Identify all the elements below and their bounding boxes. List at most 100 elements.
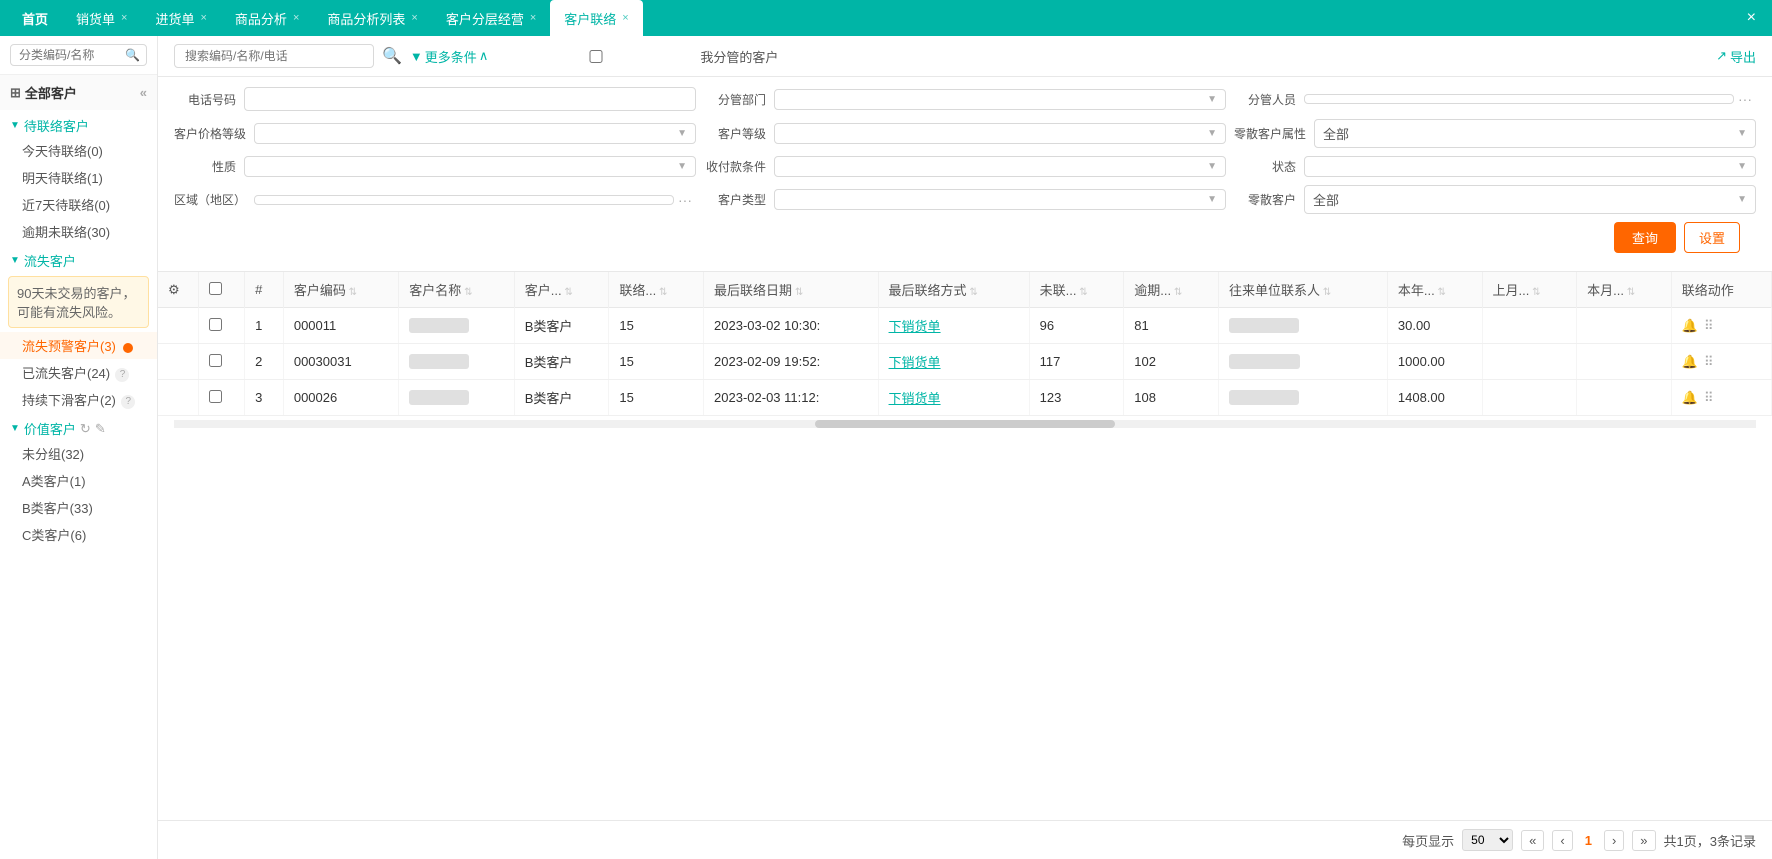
col-name[interactable]: 客户名称 [399, 272, 514, 308]
sidebar-item-ungroup[interactable]: 未分组(32) [0, 440, 157, 467]
filter-customer-level-select[interactable]: ▼ [774, 123, 1226, 144]
filter-region-select[interactable] [254, 195, 674, 205]
col-checkbox[interactable] [198, 272, 245, 308]
sidebar-item-c-class[interactable]: C类客户(6) [0, 521, 157, 548]
tab-analysis[interactable]: 商品分析 × [221, 0, 313, 36]
filter-payment: 收付款条件 ▼ [704, 156, 1226, 177]
filter-icon: ▼ [410, 49, 423, 64]
query-button[interactable]: 查询 [1614, 222, 1676, 253]
row-checkbox[interactable] [198, 308, 245, 344]
col-level[interactable]: 客户... [514, 272, 609, 308]
col-uncontact[interactable]: 未联... [1029, 272, 1124, 308]
sidebar-item-week[interactable]: 近7天待联络(0) [0, 191, 157, 218]
tab-purchase-close[interactable]: × [200, 12, 206, 24]
col-last-contact-way[interactable]: 最后联络方式 [878, 272, 1029, 308]
col-settings[interactable]: ⚙ [158, 272, 198, 308]
filter-sparse-customer-select[interactable]: 全部 ▼ [1304, 185, 1756, 214]
action-more-icon[interactable]: ⠿ [1704, 354, 1714, 370]
sidebar-section-pending[interactable]: ▼ 待联络客户 [0, 110, 157, 137]
col-overdue[interactable]: 逾期... [1124, 272, 1219, 308]
col-last-month[interactable]: 上月... [1482, 272, 1577, 308]
mine-checkbox[interactable] [496, 50, 696, 63]
search-button[interactable]: 🔍 [382, 46, 402, 66]
scrollbar-track[interactable] [174, 420, 1756, 428]
sidebar-item-overdue[interactable]: 逾期未联络(30) [0, 218, 157, 245]
sidebar-item-today[interactable]: 今天待联络(0) [0, 137, 157, 164]
region-more-icon[interactable]: ··· [674, 192, 696, 208]
tab-analysis-close[interactable]: × [293, 12, 299, 24]
action-more-icon[interactable]: ⠿ [1704, 390, 1714, 406]
filter-phone-input[interactable] [244, 87, 696, 111]
row-name: ████ [399, 308, 514, 344]
tab-analysis-list-close[interactable]: × [411, 12, 417, 24]
more-conditions-button[interactable]: ▼ 更多条件 ∧ [410, 47, 488, 66]
collapse-icon[interactable]: « [140, 85, 147, 100]
row-last-contact-way[interactable]: 下销货单 [878, 380, 1029, 416]
filter-status-label: 状态 [1234, 158, 1304, 175]
sidebar-item-already-churn[interactable]: 已流失客户(24) ? [0, 359, 157, 386]
search-input[interactable] [174, 44, 374, 68]
tab-purchase[interactable]: 进货单 × [141, 0, 220, 36]
first-page-button[interactable]: « [1521, 830, 1544, 851]
tab-home[interactable]: 首页 [8, 0, 62, 36]
export-button[interactable]: ↗ 导出 [1716, 47, 1756, 66]
row-last-contact-date: 2023-02-03 11:12: [704, 380, 879, 416]
col-code[interactable]: 客户编码 [283, 272, 398, 308]
last-page-button[interactable]: » [1632, 830, 1655, 851]
sidebar-item-tomorrow[interactable]: 明天待联络(1) [0, 164, 157, 191]
settings-icon[interactable]: ⚙ [168, 282, 180, 297]
filter-payment-select[interactable]: ▼ [774, 156, 1226, 177]
tab-customer-segment-close[interactable]: × [530, 12, 536, 24]
sidebar-section-churn[interactable]: ▼ 流失客户 [0, 245, 157, 272]
c-class-label: C类客户(6) [22, 528, 86, 543]
sidebar-section-value[interactable]: ▼ 价值客户 ↻ ✎ [0, 413, 157, 440]
person-more-icon[interactable]: ··· [1734, 91, 1756, 107]
next-page-button[interactable]: › [1604, 830, 1624, 851]
row-last-contact-way[interactable]: 下销货单 [878, 344, 1029, 380]
tab-customer-contact[interactable]: 客户联络 × [550, 0, 642, 36]
filter-price-level-select[interactable]: ▼ [254, 123, 696, 144]
sidebar-item-b-class[interactable]: B类客户(33) [0, 494, 157, 521]
tab-sales[interactable]: 销货单 × [62, 0, 141, 36]
tab-sales-close[interactable]: × [121, 12, 127, 24]
row-overdue: 102 [1124, 344, 1219, 380]
tab-analysis-list[interactable]: 商品分析列表 × [313, 0, 431, 36]
page-size-select[interactable]: 50 10 20 100 [1462, 829, 1513, 851]
filter-sparse-attr-select[interactable]: 全部 ▼ [1314, 119, 1756, 148]
filter-status-select[interactable]: ▼ [1304, 156, 1756, 177]
row-this-month [1577, 308, 1672, 344]
row-checkbox[interactable] [198, 380, 245, 416]
filter-status: 状态 ▼ [1234, 156, 1756, 177]
row-checkbox[interactable] [198, 344, 245, 380]
action-contact-icon[interactable]: 🔔 [1682, 318, 1698, 334]
action-contact-icon[interactable]: 🔔 [1682, 390, 1698, 406]
col-contacts[interactable]: 往来单位联系人 [1218, 272, 1387, 308]
sidebar-item-churn-warning[interactable]: 流失预警客户(3) [0, 332, 157, 359]
tab-home-label: 首页 [22, 9, 48, 28]
value-edit-icon[interactable]: ✎ [95, 421, 106, 437]
tab-customer-segment[interactable]: 客户分层经营 × [432, 0, 550, 36]
prev-page-button[interactable]: ‹ [1552, 830, 1572, 851]
tab-customer-contact-close[interactable]: × [622, 12, 628, 24]
sidebar-item-a-class[interactable]: A类客户(1) [0, 467, 157, 494]
col-last-contact-date[interactable]: 最后联络日期 [704, 272, 879, 308]
select-all-checkbox[interactable] [209, 282, 222, 295]
filter-dept-select[interactable]: ▼ [774, 89, 1226, 110]
col-contact-count[interactable]: 联络... [609, 272, 704, 308]
pagination: 每页显示 50 10 20 100 « ‹ 1 › » 共1页，3条记录 [158, 820, 1772, 859]
settings-button[interactable]: 设置 [1684, 222, 1740, 253]
action-contact-icon[interactable]: 🔔 [1682, 354, 1698, 370]
row-last-contact-way[interactable]: 下销货单 [878, 308, 1029, 344]
col-this-month[interactable]: 本月... [1577, 272, 1672, 308]
filter-nature-select[interactable]: ▼ [244, 156, 696, 177]
value-refresh-icon[interactable]: ↻ [80, 421, 91, 437]
action-more-icon[interactable]: ⠿ [1704, 318, 1714, 334]
sidebar-item-retained[interactable]: 持续下滑客户(2) ? [0, 386, 157, 413]
col-year[interactable]: 本年... [1387, 272, 1482, 308]
scrollbar-thumb[interactable] [815, 420, 1115, 428]
window-close-button[interactable]: × [1739, 9, 1764, 27]
mine-checkbox-label[interactable]: 我分管的客户 [496, 47, 778, 66]
filter-person-select[interactable] [1304, 94, 1734, 104]
filter-customer-type-select[interactable]: ▼ [774, 189, 1226, 210]
sidebar-search-area: 🔍 [0, 36, 157, 75]
